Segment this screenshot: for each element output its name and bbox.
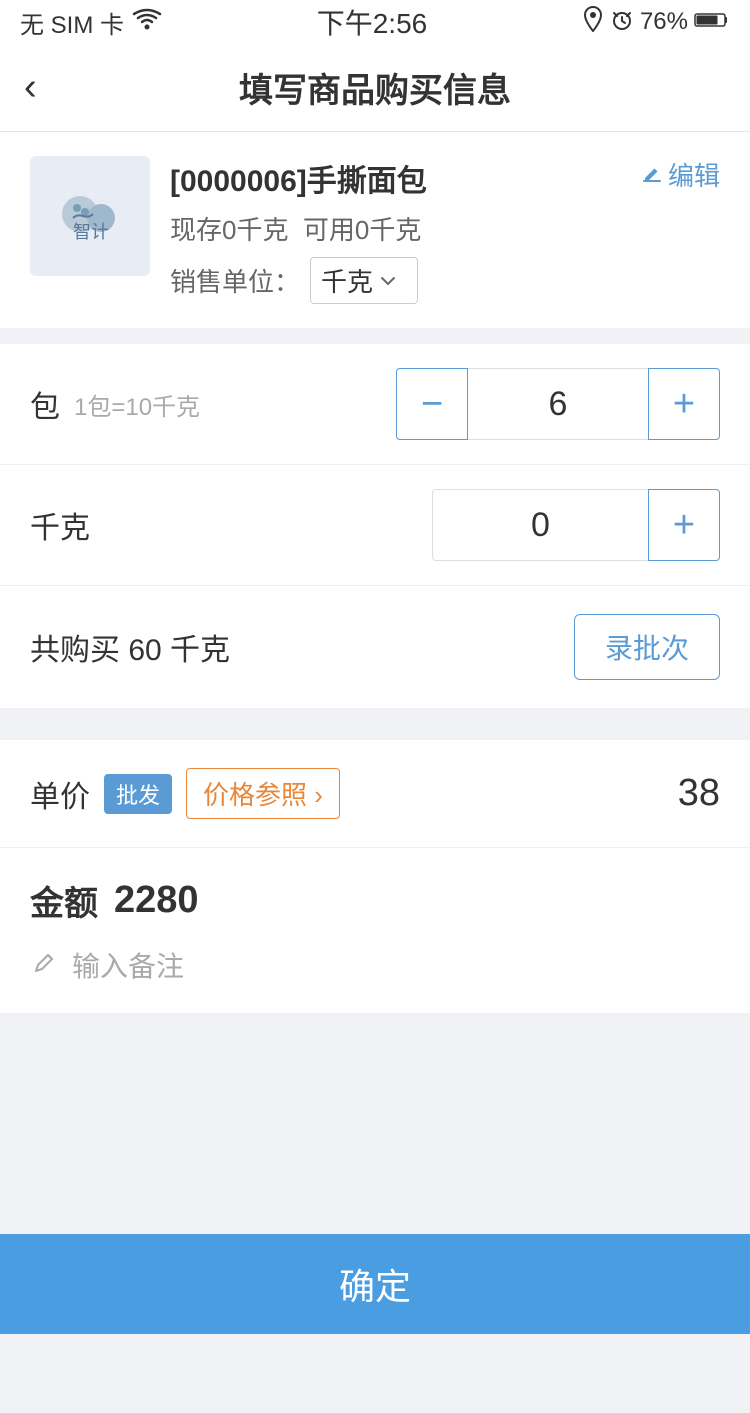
product-name: [0000006]手撕面包 <box>170 156 640 200</box>
amount-label: 金额 <box>30 876 98 925</box>
price-value: 38 <box>678 772 720 815</box>
price-ref-button[interactable]: 价格参照 › <box>186 768 340 819</box>
kg-controls: + <box>432 489 720 561</box>
location-icon <box>582 6 604 39</box>
product-unit: 销售单位： 千克 <box>170 257 720 304</box>
kg-plus-button[interactable]: + <box>648 489 720 561</box>
product-stock: 现存0千克 可用0千克 <box>170 210 720 247</box>
pack-plus-button[interactable]: + <box>648 368 720 440</box>
pack-input[interactable] <box>468 368 648 440</box>
remark-label: 输入备注 <box>72 945 184 985</box>
summary-text: 共购买 60 千克 <box>30 625 230 669</box>
amount-row: 金额 2280 <box>30 876 720 925</box>
svg-text:智计: 智计 <box>73 222 109 242</box>
quantity-section: 包 1包=10千克 − + 千克 + <box>0 344 750 586</box>
price-section: 单价 批发 价格参照 › 38 <box>0 740 750 848</box>
amount-value: 2280 <box>114 879 199 922</box>
batch-button[interactable]: 录批次 <box>574 614 720 680</box>
back-button[interactable]: ‹ <box>24 66 37 109</box>
kg-label: 千克 <box>30 503 90 547</box>
kg-row: 千克 + <box>0 465 750 586</box>
pack-label: 包 1包=10千克 <box>30 382 200 426</box>
status-right: 76% <box>582 6 730 39</box>
wifi-icon <box>132 8 162 37</box>
battery-percent: 76% <box>640 8 688 36</box>
alarm-icon <box>610 7 634 38</box>
edit-button[interactable]: 编辑 <box>640 156 720 193</box>
kg-input[interactable] <box>432 489 648 561</box>
remark-row[interactable]: 输入备注 <box>30 945 720 985</box>
product-image: 智计 <box>30 156 150 276</box>
pack-controls: − + <box>396 368 720 440</box>
confirm-button[interactable]: 确定 <box>0 1234 750 1334</box>
carrier-text: 无 SIM 卡 <box>20 5 124 40</box>
pack-hint: 1包=10千克 <box>74 387 200 422</box>
pack-minus-button[interactable]: − <box>396 368 468 440</box>
status-bar: 无 SIM 卡 下午2:56 <box>0 0 750 44</box>
product-section: 智计 [0000006]手撕面包 编辑 现存0千克 可用0 <box>0 132 750 328</box>
product-info: [0000006]手撕面包 编辑 现存0千克 可用0千克 销售单位： 千克 <box>170 156 720 304</box>
battery-icon <box>694 8 730 36</box>
price-tag: 批发 <box>104 774 172 814</box>
status-time: 下午2:56 <box>317 2 428 42</box>
nav-bar: ‹ 填写商品购买信息 <box>0 44 750 132</box>
price-left: 单价 批发 价格参照 › <box>30 768 340 819</box>
divider-1 <box>0 724 750 740</box>
page-title: 填写商品购买信息 <box>239 63 511 112</box>
unit-select[interactable]: 千克 <box>310 257 418 304</box>
pack-row: 包 1包=10千克 − + <box>0 344 750 465</box>
status-left: 无 SIM 卡 <box>20 5 162 40</box>
edit-label: 编辑 <box>668 156 720 193</box>
summary-section: 共购买 60 千克 录批次 <box>0 586 750 708</box>
price-label: 单价 <box>30 772 90 816</box>
amount-section: 金额 2280 输入备注 <box>0 848 750 1013</box>
